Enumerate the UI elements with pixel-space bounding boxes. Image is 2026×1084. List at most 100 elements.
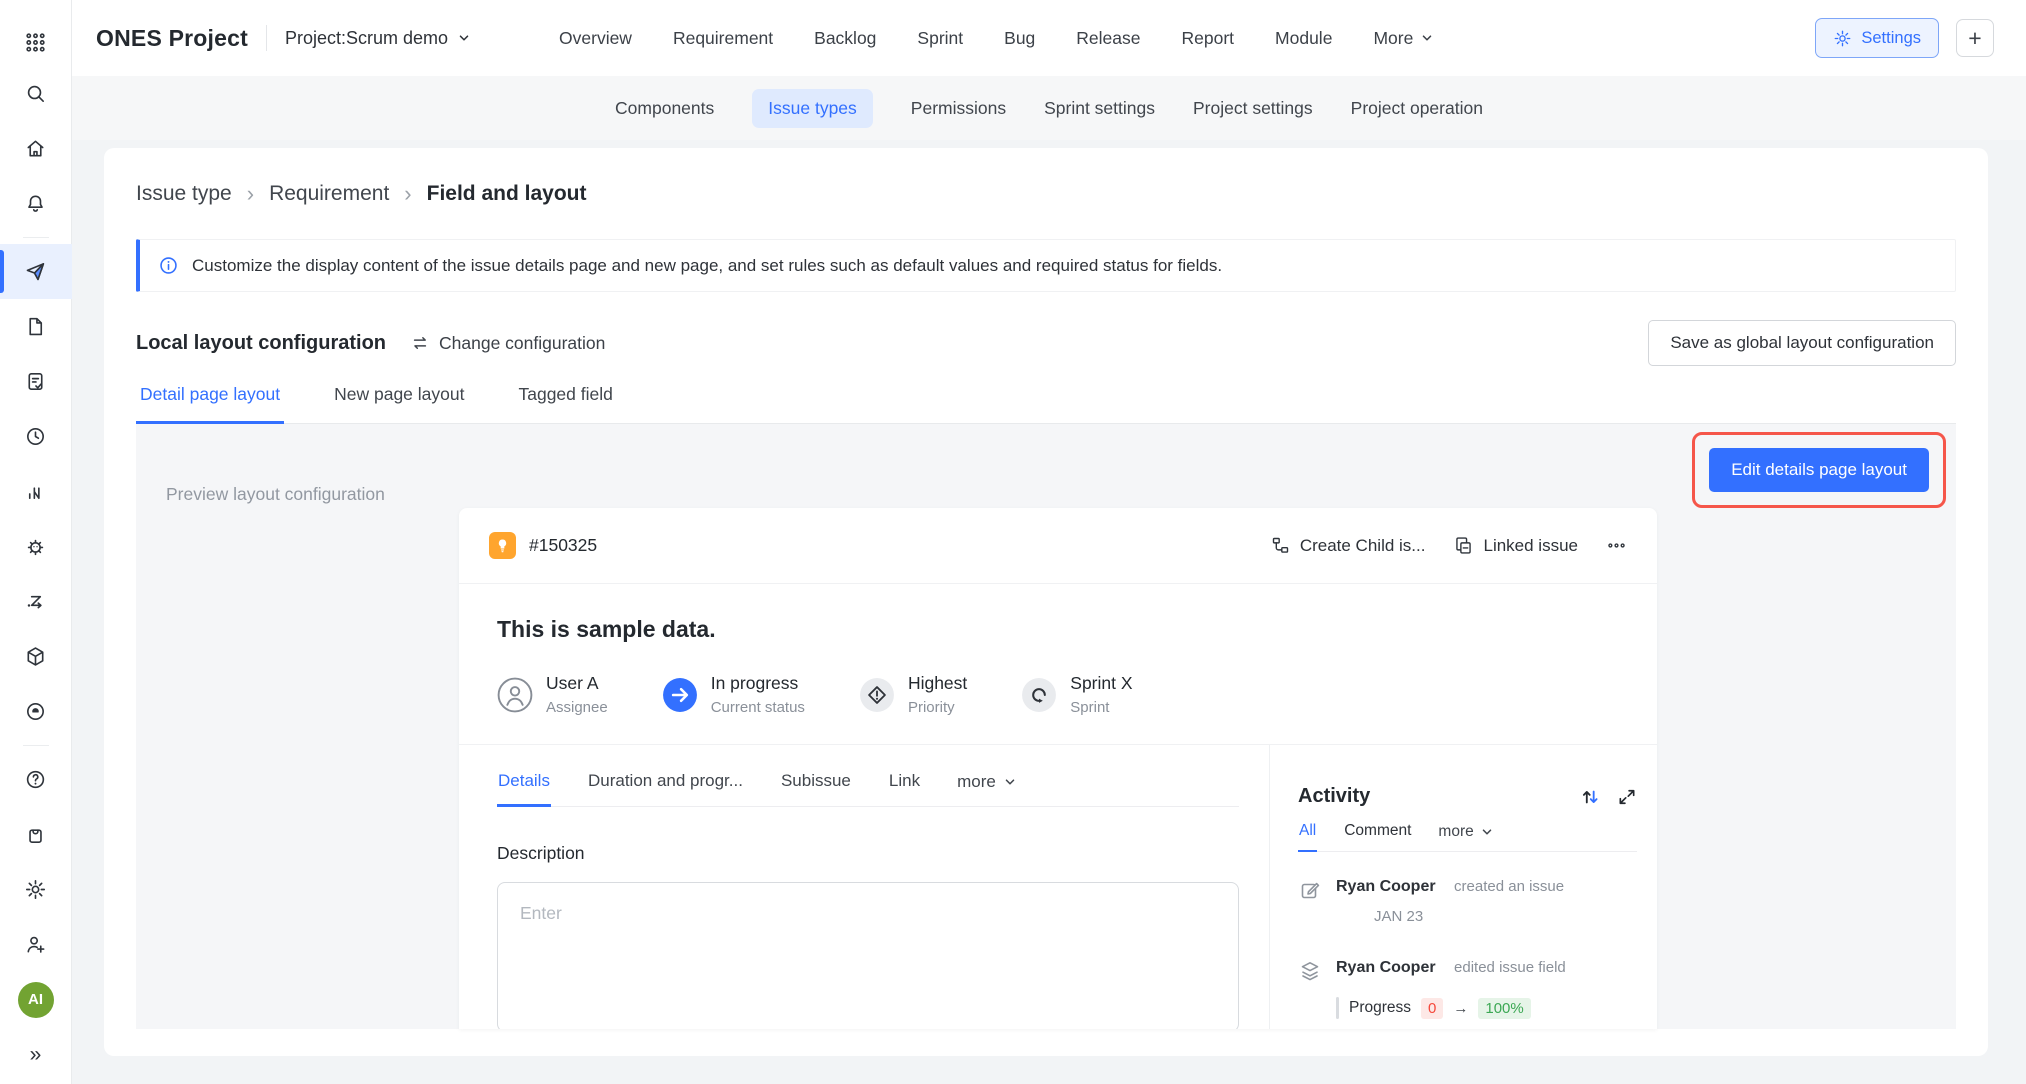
save-global-layout-button[interactable]: Save as global layout configuration bbox=[1648, 320, 1956, 366]
field-assignee[interactable]: User A Assignee bbox=[497, 673, 608, 716]
app-title[interactable]: ONES Project bbox=[96, 25, 248, 52]
activity-user[interactable]: Ryan Cooper bbox=[1336, 878, 1436, 895]
chevron-down-icon bbox=[459, 35, 469, 41]
activity-title: Activity bbox=[1298, 785, 1371, 807]
tab-duration-progress[interactable]: Duration and progr... bbox=[587, 771, 744, 807]
activity-header-icons bbox=[1579, 786, 1637, 808]
activity-user[interactable]: Ryan Cooper bbox=[1336, 959, 1436, 976]
info-banner: Customize the display content of the iss… bbox=[136, 239, 1956, 292]
tab-new-page-layout[interactable]: New page layout bbox=[330, 384, 468, 424]
add-button[interactable]: + bbox=[1956, 19, 1994, 57]
sidebar-item-project[interactable] bbox=[0, 244, 72, 299]
tab-details[interactable]: Details bbox=[497, 771, 551, 807]
settings-gear-icon bbox=[25, 879, 46, 900]
sidebar-item-tasks[interactable] bbox=[0, 354, 72, 409]
assignee-label: Assignee bbox=[546, 699, 608, 716]
sidebar-item-components[interactable] bbox=[0, 629, 72, 684]
more-ellipsis-icon[interactable] bbox=[1606, 535, 1627, 556]
sidebar-item-search[interactable] bbox=[0, 66, 72, 121]
project-send-icon bbox=[26, 263, 45, 281]
sort-order-icon[interactable] bbox=[1579, 786, 1601, 808]
detail-tabs-more[interactable]: more bbox=[957, 772, 1017, 805]
linked-issue-icon bbox=[1456, 537, 1472, 554]
change-arrow-icon: → bbox=[1453, 999, 1469, 1017]
tab-tagged-field[interactable]: Tagged field bbox=[514, 384, 616, 424]
breadcrumb-separator: › bbox=[246, 181, 255, 206]
sidebar-collapse-button[interactable]: » bbox=[0, 1027, 72, 1082]
layout-config-row: Local layout configuration Change config… bbox=[136, 320, 1956, 366]
nav-backlog[interactable]: Backlog bbox=[814, 28, 876, 49]
nav-more-label: More bbox=[1373, 27, 1414, 48]
sprint-label: Sprint bbox=[1070, 699, 1110, 716]
nav-more[interactable]: More bbox=[1373, 28, 1434, 49]
activity-action: edited issue field bbox=[1454, 959, 1566, 976]
issue-title: This is sample data. bbox=[497, 616, 716, 642]
sidebar-item-settings[interactable] bbox=[0, 862, 72, 917]
sidebar-item-bugs[interactable] bbox=[0, 519, 72, 574]
activity-item: Ryan Cooper created an issue JAN 23 bbox=[1298, 878, 1637, 925]
sidebar-item-pages[interactable] bbox=[0, 299, 72, 354]
apps-grid-button[interactable] bbox=[0, 18, 72, 66]
nav-requirement[interactable]: Requirement bbox=[673, 28, 773, 49]
priority-icon bbox=[859, 677, 894, 712]
settings-button[interactable]: Settings bbox=[1815, 18, 1939, 58]
breadcrumb-issue-type[interactable]: Issue type bbox=[136, 182, 232, 206]
sidebar-item-time[interactable] bbox=[0, 409, 72, 464]
nav-release[interactable]: Release bbox=[1076, 28, 1140, 49]
issue-actions: Create Child is... Linked issue bbox=[1270, 535, 1627, 556]
sidebar-item-record[interactable] bbox=[0, 684, 72, 739]
create-child-issue-button[interactable]: Create Child is... bbox=[1270, 535, 1425, 556]
linked-issue-button[interactable]: Linked issue bbox=[1453, 535, 1578, 556]
gear-icon bbox=[1834, 30, 1851, 46]
sidebar-item-home[interactable] bbox=[0, 121, 72, 176]
expand-icon[interactable] bbox=[1617, 787, 1637, 807]
activity-tabs-more[interactable]: more bbox=[1438, 823, 1493, 851]
nav-bug[interactable]: Bug bbox=[1004, 28, 1035, 49]
home-icon bbox=[27, 140, 44, 157]
breadcrumb-requirement[interactable]: Requirement bbox=[269, 182, 389, 206]
activity-item: Ryan Cooper edited issue field bbox=[1298, 959, 1637, 983]
sidebar-item-sprint[interactable] bbox=[0, 574, 72, 629]
edit-details-page-layout-button[interactable]: Edit details page layout bbox=[1709, 448, 1929, 492]
field-status[interactable]: In progress Current status bbox=[662, 673, 805, 716]
subnav-project-operation[interactable]: Project operation bbox=[1351, 98, 1483, 119]
sidebar-item-reports[interactable] bbox=[0, 464, 72, 519]
clock-icon bbox=[27, 428, 44, 445]
record-icon bbox=[27, 703, 44, 720]
issue-id: #150325 bbox=[529, 535, 598, 555]
description-input[interactable] bbox=[497, 882, 1239, 1029]
nav-sprint[interactable]: Sprint bbox=[917, 28, 963, 49]
change-configuration-link[interactable]: Change configuration bbox=[439, 333, 605, 354]
field-sprint[interactable]: Sprint X Sprint bbox=[1021, 673, 1133, 716]
subnav-permissions[interactable]: Permissions bbox=[911, 98, 1006, 119]
sidebar-item-help[interactable] bbox=[0, 752, 72, 807]
top-bar: ONES Project Project:Scrum demo Overview… bbox=[72, 0, 2026, 76]
subnav-sprint-settings[interactable]: Sprint settings bbox=[1044, 98, 1155, 119]
activity-panel: Activity All Comment more Ryan Cooper cr… bbox=[1269, 745, 1657, 1029]
tab-link[interactable]: Link bbox=[888, 771, 921, 807]
child-tree-icon bbox=[1272, 537, 1289, 553]
sidebar-item-store[interactable] bbox=[0, 807, 72, 862]
field-priority[interactable]: Highest Priority bbox=[859, 673, 967, 716]
annotation-highlight-box: Edit details page layout bbox=[1692, 432, 1946, 508]
change-new-value: 100% bbox=[1478, 997, 1531, 1019]
activity-tab-all[interactable]: All bbox=[1298, 822, 1318, 852]
nav-report[interactable]: Report bbox=[1182, 28, 1235, 49]
project-selector[interactable]: Project:Scrum demo bbox=[285, 28, 471, 49]
user-avatar[interactable]: AI bbox=[0, 972, 72, 1027]
tab-detail-page-layout[interactable]: Detail page layout bbox=[136, 384, 285, 424]
activity-tab-comment[interactable]: Comment bbox=[1343, 822, 1412, 852]
nav-module[interactable]: Module bbox=[1275, 28, 1332, 49]
subnav-issue-types[interactable]: Issue types bbox=[752, 88, 873, 128]
changed-field-name: Progress bbox=[1349, 999, 1412, 1016]
nav-overview[interactable]: Overview bbox=[559, 28, 632, 49]
breadcrumb-field-and-layout: Field and layout bbox=[426, 182, 587, 205]
swap-arrows-icon bbox=[413, 337, 427, 349]
top-navigation: Overview Requirement Backlog Sprint Bug … bbox=[559, 28, 1434, 49]
collapse-chevrons-icon: » bbox=[29, 1043, 42, 1066]
subnav-components[interactable]: Components bbox=[615, 98, 714, 119]
sidebar-item-notifications[interactable] bbox=[0, 176, 72, 231]
sidebar-item-invite[interactable] bbox=[0, 917, 72, 972]
subnav-project-settings[interactable]: Project settings bbox=[1193, 98, 1313, 119]
tab-subissue[interactable]: Subissue bbox=[780, 771, 852, 807]
